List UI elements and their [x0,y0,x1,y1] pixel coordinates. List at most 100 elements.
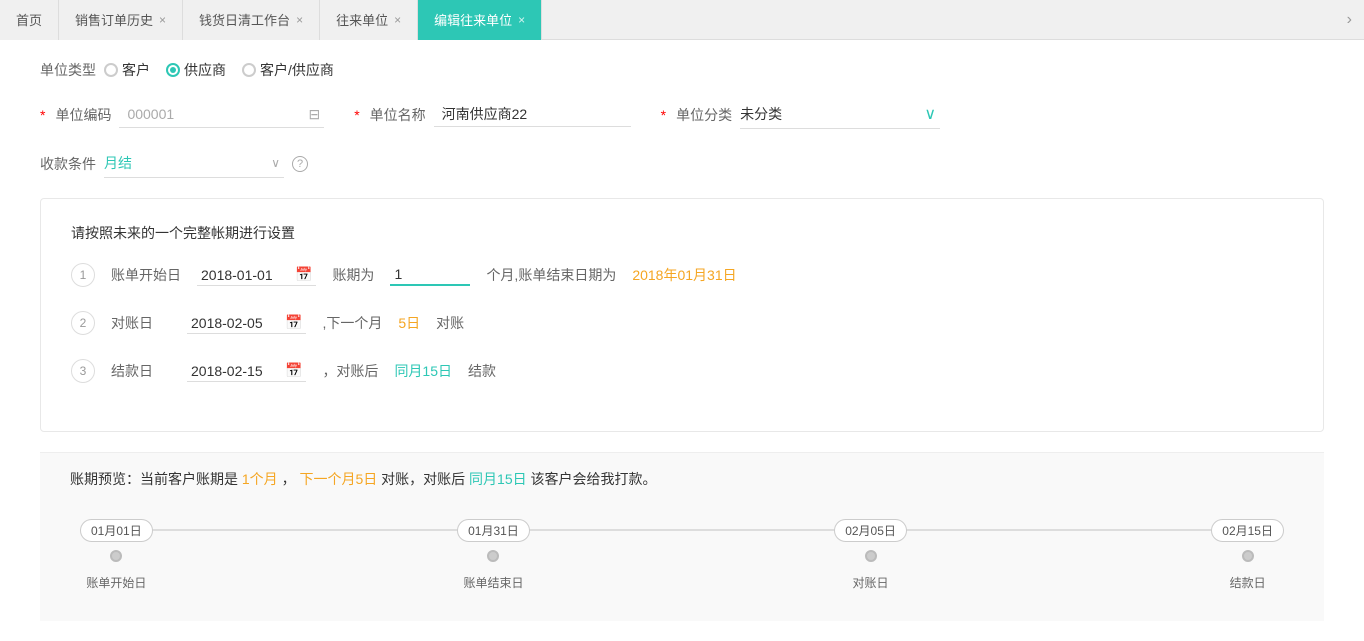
unit-code-input[interactable] [127,106,308,122]
payment-terms-value: 月结 [104,153,267,173]
step-3-cal-icon[interactable]: 📅 [285,362,302,379]
radio-both-circle [242,63,256,77]
timeline-dot-0 [110,550,122,562]
tab-sales-order-label: 销售订单历史 [75,10,153,29]
payment-terms-label: 收款条件 [40,154,96,174]
radio-customer-circle [104,63,118,77]
unit-code-star: * [40,107,45,123]
unit-type-row: 单位类型 客户 供应商 客户/供应商 [40,60,1324,80]
step-3-suffix-post: 结款 [468,361,496,381]
unit-code-copy-icon[interactable]: ⊟ [308,106,320,123]
step-1-date-group: 📅 [197,264,316,286]
step-3-label: 结款日 [111,361,171,381]
step-3-date-group: 📅 [187,360,306,382]
tab-expand-button[interactable]: › [1335,11,1364,29]
timeline-dot-1 [487,550,499,562]
preview-part2-sep: 对账，对账后 [381,471,465,487]
payment-terms-group: 收款条件 月结 ∨ ? [40,149,308,178]
step-2-row: 2 对账日 📅 ,下一个月 5日 对账 [71,311,1293,335]
unit-category-dropdown-icon[interactable]: ∨ [924,104,936,124]
step-3-highlight: 同月15日 [394,361,452,381]
timeline-badge-1: 01月31日 [457,519,530,542]
timeline-point-1: 01月31日 账单结束日 [457,519,530,591]
preview-part1-sep: ， [282,471,296,487]
step-1-period-label: 账期为 [332,265,374,285]
radio-supplier-label: 供应商 [184,60,226,80]
main-content: 单位类型 客户 供应商 客户/供应商 * 单位编码 [0,40,1364,641]
preview-part1: 1个月 [242,471,278,487]
radio-customer-label: 客户 [122,60,150,80]
step-1-period-input[interactable] [390,264,470,286]
unit-code-input-wrapper: ⊟ [119,102,324,128]
preview-prefix: 账期预览：当前客户账期是 [70,471,238,487]
timeline-badge-0: 01月01日 [80,519,153,542]
step-1-number: 1 [71,263,95,287]
radio-customer[interactable]: 客户 [104,60,150,80]
step-3-date-input[interactable] [191,363,281,379]
unit-name-star: * [354,107,359,123]
payment-terms-arrow[interactable]: ∨ [271,156,280,170]
payment-terms-select[interactable]: 月结 ∨ [104,149,284,178]
step-1-end-date: 2018年01月31日 [632,265,736,285]
step-1-cal-icon[interactable]: 📅 [295,266,312,283]
timeline-dot-3 [1242,550,1254,562]
unit-code-label: 单位编码 [55,105,111,125]
step-2-suffix-pre: ,下一个月 [322,313,382,333]
step-2-number: 2 [71,311,95,335]
radio-both[interactable]: 客户/供应商 [242,60,334,80]
tab-home-label: 首页 [16,10,42,29]
tab-edit-partner[interactable]: 编辑往来单位 × [418,0,542,40]
tab-cash-work[interactable]: 钱货日清工作台 × [183,0,320,40]
preview-part3-suffix: 该客户会给我打款。 [531,471,657,487]
unit-name-input[interactable] [434,102,631,127]
preview-part3: 同月15日 [469,471,527,487]
step-2-cal-icon[interactable]: 📅 [285,314,302,331]
payment-terms-row: 收款条件 月结 ∨ ? [40,149,1324,178]
tab-bar: 首页 销售订单历史 × 钱货日清工作台 × 往来单位 × 编辑往来单位 × › [0,0,1364,40]
tab-partner-label: 往来单位 [336,10,388,29]
tab-home[interactable]: 首页 [0,0,59,40]
step-2-suffix-post: 对账 [436,313,464,333]
timeline-label-1: 账单结束日 [463,574,523,591]
unit-category-select[interactable]: 未分类 ∨ [740,100,940,129]
timeline-point-0: 01月01日 账单开始日 [80,519,153,591]
unit-category-label: 单位分类 [676,105,732,125]
account-preview-section: 账期预览：当前客户账期是 1个月 ， 下一个月5日 对账，对账后 同月15日 该… [40,452,1324,621]
step-2-date-group: 📅 [187,312,306,334]
timeline-point-3: 02月15日 结款日 [1211,519,1284,591]
unit-name-label: 单位名称 [370,105,426,125]
unit-type-group: 单位类型 客户 供应商 客户/供应商 [40,60,334,80]
step-1-row: 1 账单开始日 📅 账期为 个月,账单结束日期为 2018年01月31日 [71,263,1293,287]
timeline-dot-2 [865,550,877,562]
tab-cash-work-close[interactable]: × [296,14,303,26]
payment-terms-help-icon[interactable]: ? [292,156,308,172]
tab-edit-partner-close[interactable]: × [518,14,525,26]
timeline-point-2: 02月05日 对账日 [834,519,907,591]
step-1-label: 账单开始日 [111,265,181,285]
tab-cash-work-label: 钱货日清工作台 [199,10,290,29]
step-3-suffix-pre: ，对账后 [322,361,378,381]
step-2-label: 对账日 [111,313,171,333]
step-2-highlight: 5日 [398,313,420,333]
tab-partner[interactable]: 往来单位 × [320,0,418,40]
step-3-row: 3 结款日 📅 ，对账后 同月15日 结款 [71,359,1293,383]
unit-category-group: * 单位分类 未分类 ∨ [661,100,940,129]
timeline-points: 01月01日 账单开始日 01月31日 账单结束日 02月05日 对账日 02月… [80,519,1284,591]
radio-supplier-circle [166,63,180,77]
timeline-label-2: 对账日 [853,574,889,591]
tab-sales-order-close[interactable]: × [159,14,166,26]
tab-sales-order[interactable]: 销售订单历史 × [59,0,183,40]
tab-edit-partner-label: 编辑往来单位 [434,10,512,29]
step-1-date-input[interactable] [201,267,291,283]
section-title: 请按照未来的一个完整帐期进行设置 [71,223,1293,243]
radio-supplier[interactable]: 供应商 [166,60,226,80]
tab-partner-close[interactable]: × [394,14,401,26]
timeline-badge-3: 02月15日 [1211,519,1284,542]
step-1-period-unit: 个月,账单结束日期为 [486,265,616,285]
preview-part2: 下一个月5日 [299,471,377,487]
unit-code-group: * 单位编码 ⊟ [40,102,324,128]
timeline-label-0: 账单开始日 [86,574,146,591]
unit-type-label: 单位类型 [40,60,96,80]
step-2-date-input[interactable] [191,315,281,331]
radio-group: 客户 供应商 客户/供应商 [104,60,334,80]
